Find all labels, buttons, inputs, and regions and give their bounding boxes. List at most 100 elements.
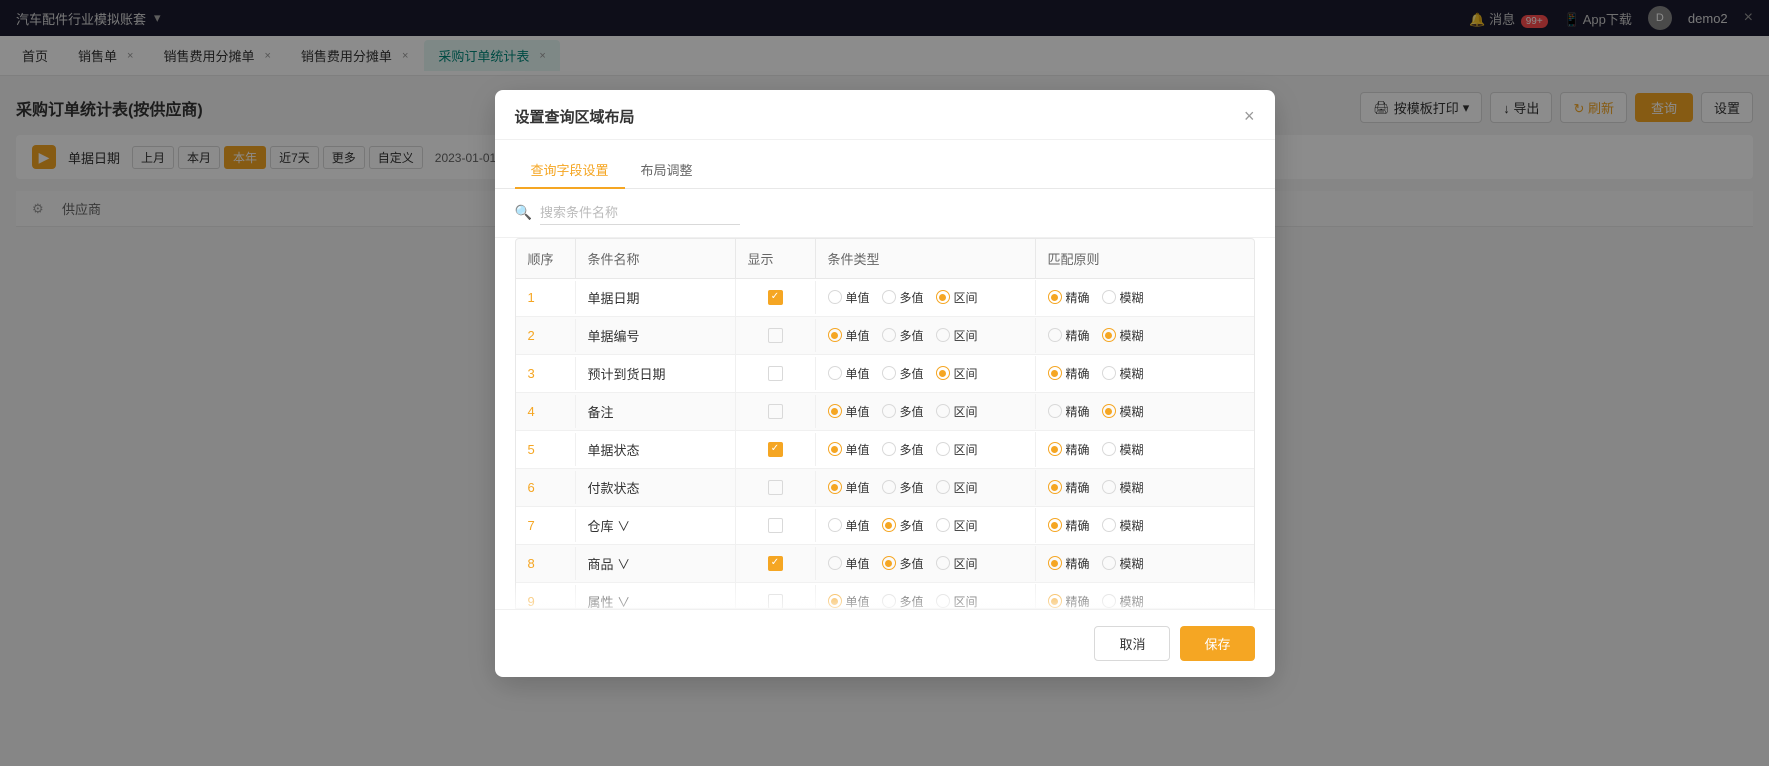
radio-single[interactable]: 单值	[828, 517, 870, 534]
radio-single[interactable]: 单值	[828, 365, 870, 382]
radio-range[interactable]: 区间	[936, 289, 978, 306]
modal-header: 设置查询区域布局 ×	[495, 90, 1275, 140]
row-name: 备注	[576, 393, 736, 430]
table-row: 9属性 ∨ 单值 多值 区间 精确 模糊	[516, 583, 1254, 609]
radio-single[interactable]: 单值	[828, 593, 870, 609]
row-display-checkbox[interactable]	[736, 395, 816, 428]
radio-multi[interactable]: 多值	[882, 593, 924, 609]
modal-table-body-wrap: 1单据日期 单值 多值 区间 精确 模糊 2单	[515, 279, 1255, 609]
row-match-rule: 精确 模糊	[1036, 584, 1236, 609]
radio-fuzzy[interactable]: 模糊	[1102, 289, 1144, 306]
radio-fuzzy[interactable]: 模糊	[1102, 593, 1144, 609]
row-display-checkbox[interactable]	[736, 509, 816, 542]
radio-fuzzy[interactable]: 模糊	[1102, 479, 1144, 496]
row-display-checkbox[interactable]	[736, 433, 816, 466]
radio-fuzzy[interactable]: 模糊	[1102, 517, 1144, 534]
radio-range[interactable]: 区间	[936, 593, 978, 609]
row-display-checkbox[interactable]	[736, 281, 816, 314]
modal-close-button[interactable]: ×	[1244, 107, 1255, 125]
radio-single[interactable]: 单值	[828, 555, 870, 572]
row-condition-type: 单值 多值 区间	[816, 584, 1036, 609]
table-row: 2单据编号 单值 多值 区间 精确 模糊	[516, 317, 1254, 355]
radio-range[interactable]: 区间	[936, 365, 978, 382]
table-row: 6付款状态 单值 多值 区间 精确 模糊	[516, 469, 1254, 507]
row-name: 预计到货日期	[576, 355, 736, 392]
row-condition-type: 单值 多值 区间	[816, 356, 1036, 391]
row-match-rule: 精确 模糊	[1036, 356, 1236, 391]
row-name: 单据状态	[576, 431, 736, 468]
row-name: 付款状态	[576, 469, 736, 506]
radio-range[interactable]: 区间	[936, 517, 978, 534]
modal-tab-layout[interactable]: 布局调整	[625, 152, 709, 189]
row-condition-type: 单值 多值 区间	[816, 546, 1036, 581]
radio-fuzzy[interactable]: 模糊	[1102, 403, 1144, 420]
modal-dialog: 设置查询区域布局 × 查询字段设置 布局调整 🔍 顺序 条件名称 显示 条件类型	[495, 90, 1275, 677]
radio-fuzzy[interactable]: 模糊	[1102, 555, 1144, 572]
table-row: 1单据日期 单值 多值 区间 精确 模糊	[516, 279, 1254, 317]
row-display-checkbox[interactable]	[736, 357, 816, 390]
radio-multi[interactable]: 多值	[882, 289, 924, 306]
search-icon: 🔍	[515, 204, 532, 221]
row-order: 5	[516, 433, 576, 466]
th-condition-type: 条件类型	[816, 239, 1036, 278]
radio-single[interactable]: 单值	[828, 403, 870, 420]
radio-range[interactable]: 区间	[936, 555, 978, 572]
modal-table-header: 顺序 条件名称 显示 条件类型 匹配原则	[515, 238, 1255, 279]
radio-range[interactable]: 区间	[936, 327, 978, 344]
modal-title: 设置查询区域布局	[515, 106, 635, 127]
radio-range[interactable]: 区间	[936, 441, 978, 458]
row-order: 6	[516, 471, 576, 504]
radio-single[interactable]: 单值	[828, 327, 870, 344]
radio-exact[interactable]: 精确	[1048, 289, 1090, 306]
row-name: 仓库 ∨	[576, 507, 736, 544]
row-order: 1	[516, 281, 576, 314]
radio-multi[interactable]: 多值	[882, 517, 924, 534]
radio-multi[interactable]: 多值	[882, 441, 924, 458]
radio-exact[interactable]: 精确	[1048, 479, 1090, 496]
radio-multi[interactable]: 多值	[882, 555, 924, 572]
radio-range[interactable]: 区间	[936, 479, 978, 496]
row-match-rule: 精确 模糊	[1036, 394, 1236, 429]
row-condition-type: 单值 多值 区间	[816, 394, 1036, 429]
radio-fuzzy[interactable]: 模糊	[1102, 441, 1144, 458]
radio-exact[interactable]: 精确	[1048, 517, 1090, 534]
radio-range[interactable]: 区间	[936, 403, 978, 420]
row-display-checkbox[interactable]	[736, 585, 816, 609]
modal-tabs: 查询字段设置 布局调整	[495, 140, 1275, 189]
radio-exact[interactable]: 精确	[1048, 403, 1090, 420]
radio-exact[interactable]: 精确	[1048, 441, 1090, 458]
row-condition-type: 单值 多值 区间	[816, 470, 1036, 505]
modal-tab-query-fields[interactable]: 查询字段设置	[515, 152, 625, 189]
row-condition-type: 单值 多值 区间	[816, 432, 1036, 467]
row-name: 属性 ∨	[576, 583, 736, 609]
radio-fuzzy[interactable]: 模糊	[1102, 327, 1144, 344]
row-display-checkbox[interactable]	[736, 319, 816, 352]
row-order: 4	[516, 395, 576, 428]
radio-multi[interactable]: 多值	[882, 479, 924, 496]
row-name: 单据日期	[576, 279, 736, 316]
modal-footer: 取消 保存	[495, 609, 1275, 677]
table-row: 7仓库 ∨ 单值 多值 区间 精确 模糊	[516, 507, 1254, 545]
row-display-checkbox[interactable]	[736, 547, 816, 580]
radio-single[interactable]: 单值	[828, 441, 870, 458]
radio-multi[interactable]: 多值	[882, 403, 924, 420]
radio-multi[interactable]: 多值	[882, 365, 924, 382]
radio-exact[interactable]: 精确	[1048, 365, 1090, 382]
search-input[interactable]	[540, 201, 740, 225]
row-match-rule: 精确 模糊	[1036, 546, 1236, 581]
cancel-button[interactable]: 取消	[1094, 626, 1170, 661]
save-button[interactable]: 保存	[1180, 626, 1254, 661]
radio-exact[interactable]: 精确	[1048, 327, 1090, 344]
row-name: 单据编号	[576, 317, 736, 354]
radio-exact[interactable]: 精确	[1048, 555, 1090, 572]
table-row: 8商品 ∨ 单值 多值 区间 精确 模糊	[516, 545, 1254, 583]
radio-exact[interactable]: 精确	[1048, 593, 1090, 609]
row-display-checkbox[interactable]	[736, 471, 816, 504]
radio-single[interactable]: 单值	[828, 479, 870, 496]
radio-multi[interactable]: 多值	[882, 327, 924, 344]
radio-single[interactable]: 单值	[828, 289, 870, 306]
th-order: 顺序	[516, 239, 576, 278]
modal-table-container: 顺序 条件名称 显示 条件类型 匹配原则 1单据日期 单值 多值 区间	[495, 238, 1275, 609]
radio-fuzzy[interactable]: 模糊	[1102, 365, 1144, 382]
table-row: 3预计到货日期 单值 多值 区间 精确 模糊	[516, 355, 1254, 393]
